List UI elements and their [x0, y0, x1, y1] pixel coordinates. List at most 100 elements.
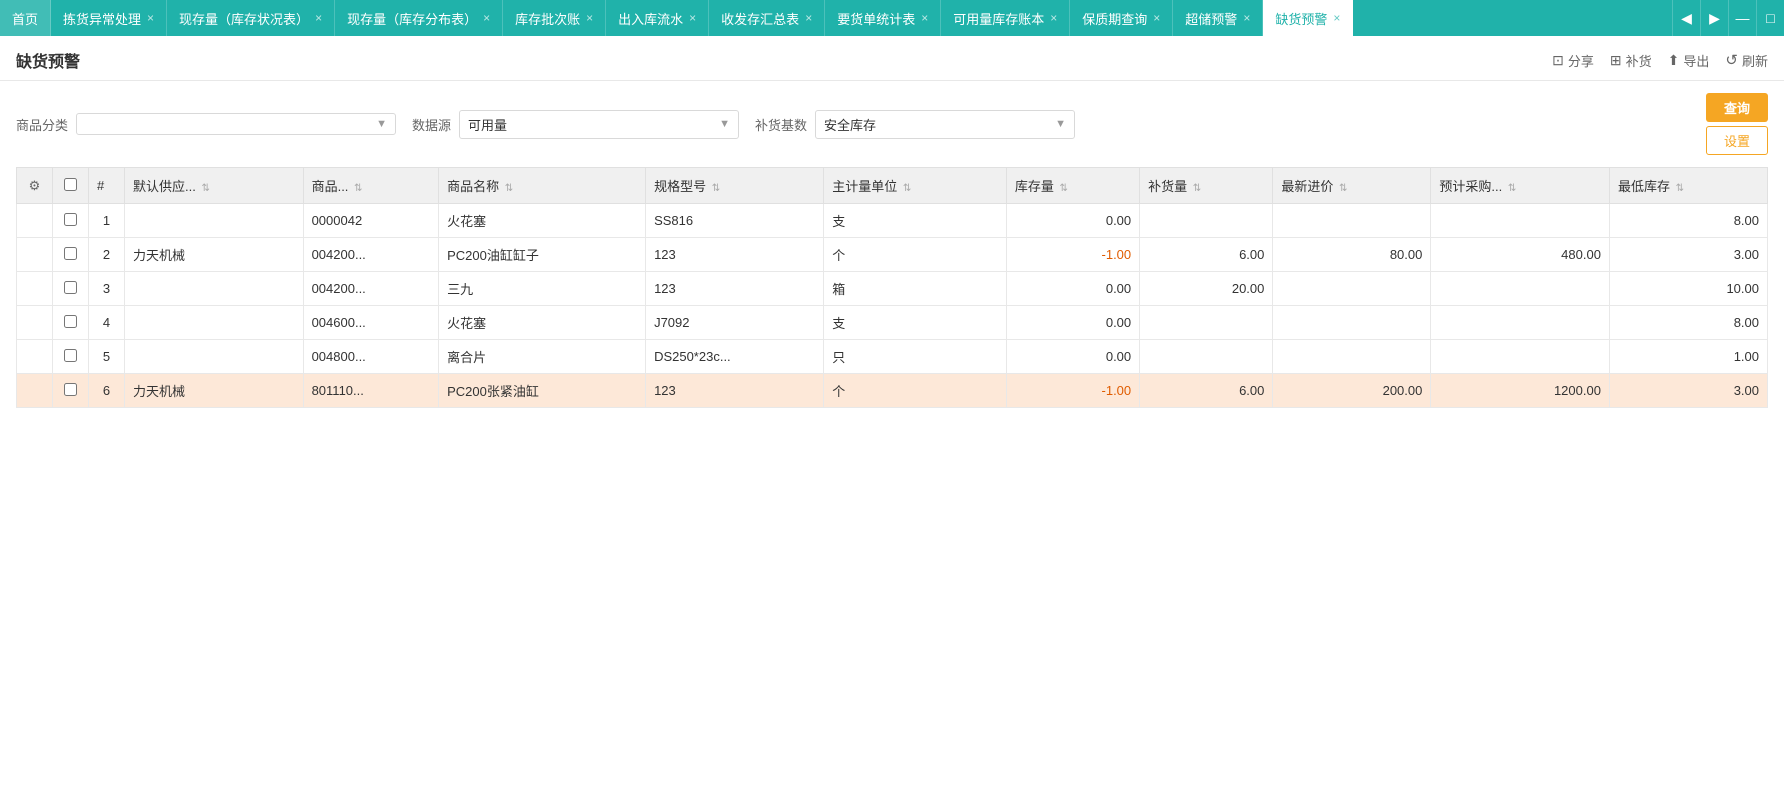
replenish-base-label: 补货基数 [755, 115, 807, 134]
col-latest-price[interactable]: 最新进价 ⇅ [1273, 168, 1431, 204]
tab-minimize-button[interactable]: — [1728, 0, 1756, 36]
sort-min-icon: ⇅ [1676, 183, 1684, 194]
tab-close-9[interactable]: × [1153, 11, 1160, 25]
row-min-stock-4: 1.00 [1609, 340, 1767, 374]
refresh-action[interactable]: ↺ 刷新 [1725, 51, 1768, 70]
row-spec-1: 123 [646, 238, 824, 272]
row-check-3[interactable] [64, 315, 77, 328]
row-min-stock-5: 3.00 [1609, 374, 1767, 408]
data-source-value: 可用量 [468, 115, 507, 134]
row-settings-2[interactable] [17, 272, 53, 306]
table-container: ⚙ # 默认供应... ⇅ 商品... ⇅ 商品名称 ⇅ 规格型号 ⇅ 主计量单… [0, 167, 1784, 408]
tab-item-2[interactable]: 现存量（库存状况表）× [167, 0, 335, 36]
row-checkbox-2[interactable] [53, 272, 89, 306]
row-code-1: 004200... [303, 238, 439, 272]
row-supplier-2 [125, 272, 304, 306]
row-check-1[interactable] [64, 247, 77, 260]
tab-close-6[interactable]: × [805, 11, 812, 25]
settings-button[interactable]: 设置 [1706, 126, 1768, 155]
row-checkbox-4[interactable] [53, 340, 89, 374]
row-check-5[interactable] [64, 383, 77, 396]
col-unit[interactable]: 主计量单位 ⇅ [824, 168, 1007, 204]
row-latest-price-1: 80.00 [1273, 238, 1431, 272]
row-replenish-qty-2: 20.00 [1140, 272, 1273, 306]
col-stock[interactable]: 库存量 ⇅ [1006, 168, 1139, 204]
tab-close-3[interactable]: × [483, 11, 490, 25]
export-action[interactable]: ⬆ 导出 [1668, 51, 1710, 70]
table-row: 5 004800... 离合片 DS250*23c... 只 0.00 1.00 [17, 340, 1768, 374]
row-min-stock-0: 8.00 [1609, 204, 1767, 238]
share-label: 分享 [1568, 51, 1594, 70]
tab-close-8[interactable]: × [1050, 11, 1057, 25]
col-product-code[interactable]: 商品... ⇅ [303, 168, 439, 204]
row-checkbox-3[interactable] [53, 306, 89, 340]
row-stock-4: 0.00 [1006, 340, 1139, 374]
tab-item-1[interactable]: 拣货异常处理× [51, 0, 167, 36]
tab-item-6[interactable]: 收发存汇总表× [709, 0, 825, 36]
share-action[interactable]: ⊡ 分享 [1552, 51, 1594, 70]
row-num-4: 5 [89, 340, 125, 374]
row-settings-1[interactable] [17, 238, 53, 272]
col-default-supplier[interactable]: 默认供应... ⇅ [125, 168, 304, 204]
replenish-base-select[interactable]: 安全库存 ▼ [815, 110, 1075, 139]
tab-next-button[interactable]: ▶ [1700, 0, 1728, 36]
row-check-2[interactable] [64, 281, 77, 294]
row-unit-0: 支 [824, 204, 1007, 238]
row-settings-4[interactable] [17, 340, 53, 374]
table-row: 3 004200... 三九 123 箱 0.00 20.00 10.00 [17, 272, 1768, 306]
col-est-purchase[interactable]: 预计采购... ⇅ [1431, 168, 1610, 204]
tab-item-3[interactable]: 现存量（库存分布表）× [335, 0, 503, 36]
col-spec[interactable]: 规格型号 ⇅ [646, 168, 824, 204]
row-num-0: 1 [89, 204, 125, 238]
header-actions: ⊡ 分享 ⊞ 补货 ⬆ 导出 ↺ 刷新 [1552, 51, 1768, 70]
data-source-select[interactable]: 可用量 ▼ [459, 110, 739, 139]
tab-item-11[interactable]: 缺货预警× [1263, 0, 1353, 36]
tab-item-8[interactable]: 可用量库存账本× [941, 0, 1070, 36]
tab-item-0[interactable]: 首页 [0, 0, 51, 36]
replenish-action[interactable]: ⊞ 补货 [1610, 51, 1652, 70]
tab-close-4[interactable]: × [586, 11, 593, 25]
col-num: # [89, 168, 125, 204]
tab-close-1[interactable]: × [147, 11, 154, 25]
row-check-0[interactable] [64, 213, 77, 226]
tab-item-7[interactable]: 要货单统计表× [825, 0, 941, 36]
row-settings-3[interactable] [17, 306, 53, 340]
product-category-group: 商品分类 ▼ [16, 113, 396, 135]
col-replenish-qty[interactable]: 补货量 ⇅ [1140, 168, 1273, 204]
row-checkbox-1[interactable] [53, 238, 89, 272]
export-label: 导出 [1683, 51, 1709, 70]
row-latest-price-2 [1273, 272, 1431, 306]
product-category-select[interactable]: ▼ [76, 113, 396, 135]
row-unit-3: 支 [824, 306, 1007, 340]
share-icon: ⊡ [1552, 52, 1564, 69]
tab-item-10[interactable]: 超储预警× [1173, 0, 1263, 36]
row-name-1: PC200油缸缸子 [439, 238, 646, 272]
query-button[interactable]: 查询 [1706, 93, 1768, 122]
row-code-0: 0000042 [303, 204, 439, 238]
select-all-checkbox[interactable] [64, 178, 77, 191]
row-supplier-3 [125, 306, 304, 340]
col-min-stock[interactable]: 最低库存 ⇅ [1609, 168, 1767, 204]
col-product-name[interactable]: 商品名称 ⇅ [439, 168, 646, 204]
col-settings-icon[interactable]: ⚙ [17, 168, 53, 204]
row-settings-0[interactable] [17, 204, 53, 238]
sort-price-icon: ⇅ [1339, 183, 1347, 194]
tab-item-9[interactable]: 保质期查询× [1070, 0, 1173, 36]
row-checkbox-0[interactable] [53, 204, 89, 238]
tab-close-7[interactable]: × [921, 11, 928, 25]
tab-close-11[interactable]: × [1333, 11, 1340, 25]
tab-item-4[interactable]: 库存批次账× [503, 0, 606, 36]
tab-prev-button[interactable]: ◀ [1672, 0, 1700, 36]
row-name-3: 火花塞 [439, 306, 646, 340]
tab-close-10[interactable]: × [1243, 11, 1250, 25]
tab-item-5[interactable]: 出入库流水× [606, 0, 709, 36]
main-table: ⚙ # 默认供应... ⇅ 商品... ⇅ 商品名称 ⇅ 规格型号 ⇅ 主计量单… [16, 167, 1768, 408]
tab-close-2[interactable]: × [315, 11, 322, 25]
tab-maximize-button[interactable]: □ [1756, 0, 1784, 36]
row-check-4[interactable] [64, 349, 77, 362]
row-spec-4: DS250*23c... [646, 340, 824, 374]
row-checkbox-5[interactable] [53, 374, 89, 408]
row-settings-5[interactable] [17, 374, 53, 408]
tab-close-5[interactable]: × [689, 11, 696, 25]
page-container: 缺货预警 ⊡ 分享 ⊞ 补货 ⬆ 导出 ↺ 刷新 商品分类 [0, 36, 1784, 796]
